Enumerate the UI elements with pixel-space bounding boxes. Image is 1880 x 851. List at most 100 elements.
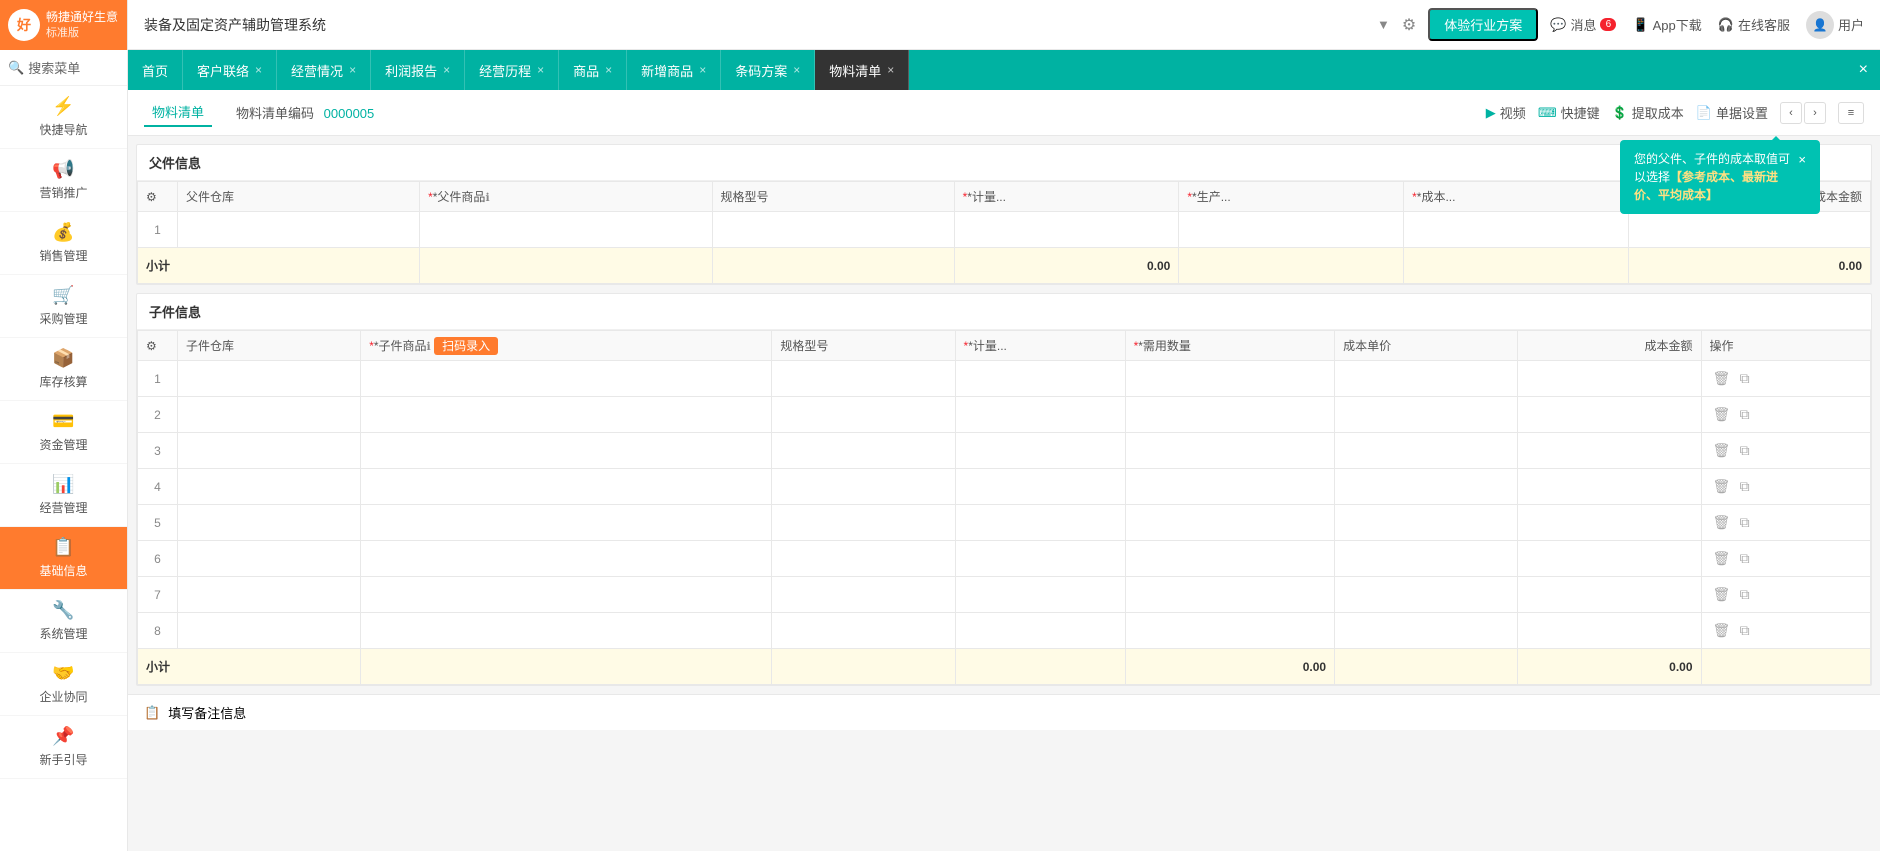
copy-row-1[interactable]: ⧉ bbox=[1740, 370, 1750, 386]
tab-home[interactable]: 首页 bbox=[128, 50, 183, 90]
delete-row-4[interactable]: 🗑 bbox=[1713, 478, 1731, 494]
note-label[interactable]: 填写备注信息 bbox=[168, 703, 246, 722]
list-view-button[interactable]: ≡ bbox=[1838, 102, 1864, 124]
child-warehouse-1[interactable] bbox=[178, 361, 361, 397]
child-spec-4[interactable] bbox=[772, 469, 955, 505]
delete-row-7[interactable]: 🗑 bbox=[1713, 586, 1731, 602]
sidebar-item-sales[interactable]: 💰 销售管理 bbox=[0, 212, 127, 275]
copy-row-7[interactable]: ⧉ bbox=[1740, 586, 1750, 602]
close-tab-operations-status[interactable]: × bbox=[349, 63, 356, 77]
child-goods-7[interactable] bbox=[361, 577, 772, 613]
child-goods-6[interactable] bbox=[361, 541, 772, 577]
sidebar-item-quick-nav[interactable]: ⚡ 快捷导航 bbox=[0, 86, 127, 149]
parent-goods-cell[interactable] bbox=[420, 212, 712, 248]
child-warehouse-3[interactable] bbox=[178, 433, 361, 469]
child-col-settings[interactable]: ⚙ bbox=[138, 331, 178, 361]
close-tab-biz-history[interactable]: × bbox=[537, 63, 544, 77]
extract-cost-button[interactable]: 💲 提取成本 bbox=[1612, 103, 1684, 122]
child-qty-7[interactable] bbox=[1125, 577, 1335, 613]
scan-input-button[interactable]: 扫码录入 bbox=[434, 337, 498, 355]
delete-row-3[interactable]: 🗑 bbox=[1713, 442, 1731, 458]
child-cost-price-2[interactable] bbox=[1335, 397, 1518, 433]
user-menu[interactable]: 👤 用户 bbox=[1806, 11, 1864, 39]
child-warehouse-7[interactable] bbox=[178, 577, 361, 613]
child-unit-2[interactable] bbox=[955, 397, 1125, 433]
child-spec-3[interactable] bbox=[772, 433, 955, 469]
child-goods-1[interactable] bbox=[361, 361, 772, 397]
online-service-button[interactable]: 🎧 在线客服 bbox=[1718, 15, 1790, 34]
tab-goods[interactable]: 商品 × bbox=[559, 50, 627, 90]
child-goods-5[interactable] bbox=[361, 505, 772, 541]
child-unit-5[interactable] bbox=[955, 505, 1125, 541]
parent-spec-cell[interactable] bbox=[712, 212, 954, 248]
child-cost-price-7[interactable] bbox=[1335, 577, 1518, 613]
child-qty-6[interactable] bbox=[1125, 541, 1335, 577]
copy-row-6[interactable]: ⧉ bbox=[1740, 550, 1750, 566]
copy-row-2[interactable]: ⧉ bbox=[1740, 406, 1750, 422]
child-unit-6[interactable] bbox=[955, 541, 1125, 577]
child-goods-2[interactable] bbox=[361, 397, 772, 433]
child-spec-7[interactable] bbox=[772, 577, 955, 613]
sidebar-item-operations[interactable]: 📊 经营管理 bbox=[0, 464, 127, 527]
child-qty-2[interactable] bbox=[1125, 397, 1335, 433]
close-tab-add-goods[interactable]: × bbox=[699, 63, 706, 77]
child-warehouse-6[interactable] bbox=[178, 541, 361, 577]
close-tab-goods[interactable]: × bbox=[605, 63, 612, 77]
prev-page-button[interactable]: ‹ bbox=[1780, 102, 1802, 124]
delete-row-8[interactable]: 🗑 bbox=[1713, 622, 1731, 638]
close-tab-barcode[interactable]: × bbox=[793, 63, 800, 77]
parent-cost-cell[interactable] bbox=[1404, 212, 1629, 248]
sidebar-item-finance[interactable]: 💳 资金管理 bbox=[0, 401, 127, 464]
sidebar-item-marketing[interactable]: 📢 营销推广 bbox=[0, 149, 127, 212]
sub-tab-bom-list[interactable]: 物料清单 bbox=[144, 98, 212, 127]
child-spec-1[interactable] bbox=[772, 361, 955, 397]
delete-row-1[interactable]: 🗑 bbox=[1713, 370, 1731, 386]
next-page-button[interactable]: › bbox=[1804, 102, 1826, 124]
copy-row-8[interactable]: ⧉ bbox=[1740, 622, 1750, 638]
sidebar-item-system[interactable]: 🔧 系统管理 bbox=[0, 590, 127, 653]
child-spec-6[interactable] bbox=[772, 541, 955, 577]
child-warehouse-2[interactable] bbox=[178, 397, 361, 433]
settings-icon[interactable]: ⚙ bbox=[1402, 15, 1416, 35]
sidebar-item-basic-info[interactable]: 📋 基础信息 bbox=[0, 527, 127, 590]
parent-production-cell[interactable] bbox=[1179, 212, 1404, 248]
child-goods-4[interactable] bbox=[361, 469, 772, 505]
shortcut-button[interactable]: ⌨ 快捷键 bbox=[1538, 103, 1600, 122]
search-menu[interactable]: 🔍 搜索菜单 bbox=[0, 50, 127, 86]
child-qty-5[interactable] bbox=[1125, 505, 1335, 541]
close-tab-profit[interactable]: × bbox=[443, 63, 450, 77]
child-warehouse-5[interactable] bbox=[178, 505, 361, 541]
tab-add-goods[interactable]: 新增商品 × bbox=[627, 50, 721, 90]
child-cost-price-5[interactable] bbox=[1335, 505, 1518, 541]
child-cost-price-1[interactable] bbox=[1335, 361, 1518, 397]
tab-bom[interactable]: 物料清单 × bbox=[815, 50, 909, 90]
child-qty-4[interactable] bbox=[1125, 469, 1335, 505]
tab-customers[interactable]: 客户联络 × bbox=[183, 50, 277, 90]
child-cost-price-6[interactable] bbox=[1335, 541, 1518, 577]
view-video-button[interactable]: ▶ 视频 bbox=[1486, 103, 1526, 122]
parent-unit-cell[interactable] bbox=[954, 212, 1179, 248]
child-unit-1[interactable] bbox=[955, 361, 1125, 397]
copy-row-3[interactable]: ⧉ bbox=[1740, 442, 1750, 458]
child-qty-3[interactable] bbox=[1125, 433, 1335, 469]
parent-warehouse-cell[interactable] bbox=[178, 212, 420, 248]
sidebar-item-guide[interactable]: 📌 新手引导 bbox=[0, 716, 127, 779]
trial-button[interactable]: 体验行业方案 bbox=[1428, 8, 1538, 41]
child-warehouse-4[interactable] bbox=[178, 469, 361, 505]
child-unit-8[interactable] bbox=[955, 613, 1125, 649]
child-spec-2[interactable] bbox=[772, 397, 955, 433]
tab-biz-history[interactable]: 经营历程 × bbox=[465, 50, 559, 90]
close-tab-bom[interactable]: × bbox=[887, 63, 894, 77]
sidebar-item-purchase[interactable]: 🛒 采购管理 bbox=[0, 275, 127, 338]
tab-barcode[interactable]: 条码方案 × bbox=[721, 50, 815, 90]
child-cost-price-3[interactable] bbox=[1335, 433, 1518, 469]
child-cost-price-8[interactable] bbox=[1335, 613, 1518, 649]
child-qty-1[interactable] bbox=[1125, 361, 1335, 397]
single-settings-button[interactable]: 📄 单据设置 bbox=[1696, 103, 1768, 122]
child-unit-3[interactable] bbox=[955, 433, 1125, 469]
copy-row-4[interactable]: ⧉ bbox=[1740, 478, 1750, 494]
child-goods-3[interactable] bbox=[361, 433, 772, 469]
child-unit-7[interactable] bbox=[955, 577, 1125, 613]
parent-col-settings[interactable]: ⚙ bbox=[138, 182, 178, 212]
child-qty-8[interactable] bbox=[1125, 613, 1335, 649]
